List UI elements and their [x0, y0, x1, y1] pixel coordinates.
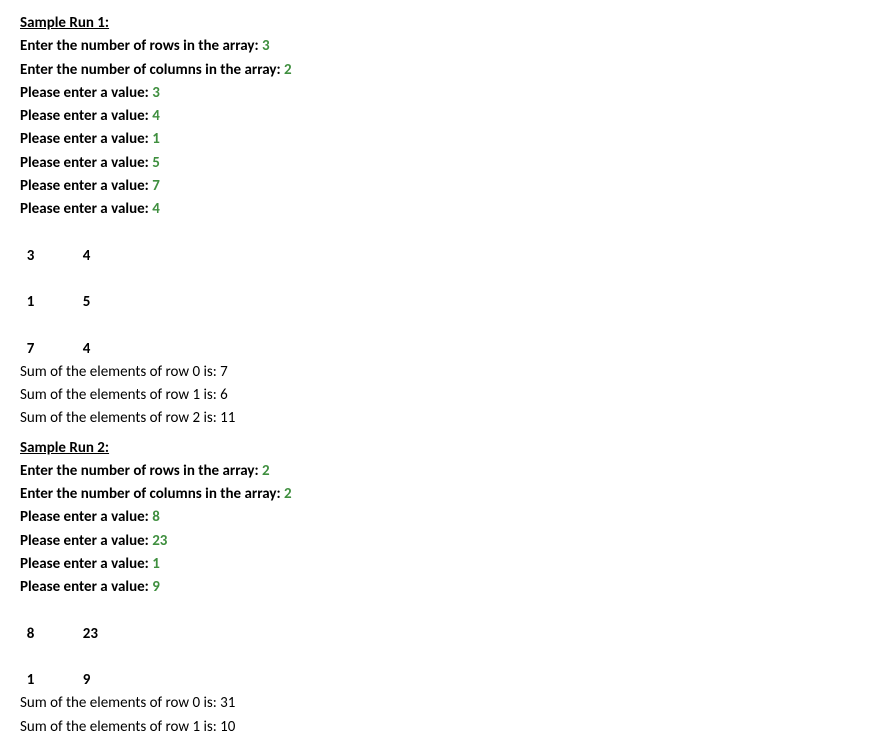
run2-rows-value: 2	[262, 462, 270, 480]
run1-val-3: 5	[152, 154, 160, 172]
run1-val-prompt: Please enter a value:	[20, 107, 152, 125]
run1-sum-1: Sum of the elements of row 1 is: 6	[20, 384, 871, 407]
run2-rows-prompt: Enter the number of rows in the array:	[20, 462, 262, 480]
run2-matrix-0-0: 8	[27, 623, 83, 646]
run2-val-2: 1	[152, 555, 160, 573]
run2-cols-value: 2	[284, 485, 292, 503]
run2-val-line-0: Please enter a value: 8	[20, 506, 871, 529]
run2-sum-0: Sum of the elements of row 0 is: 31	[20, 692, 871, 715]
run1-val-prompt: Please enter a value:	[20, 130, 152, 148]
run1-matrix-2-0: 7	[27, 338, 83, 361]
run2-sum-1: Sum of the elements of row 1 is: 10	[20, 716, 871, 739]
run1-matrix-2-1: 4	[83, 340, 91, 358]
run2-matrix-0-1: 23	[83, 625, 98, 643]
run2-val-prompt: Please enter a value:	[20, 555, 152, 573]
run1-val-line-4: Please enter a value: 7	[20, 175, 871, 198]
run2-cols-prompt: Enter the number of columns in the array…	[20, 485, 284, 503]
run2-cols-line: Enter the number of columns in the array…	[20, 483, 871, 506]
run1-val-prompt: Please enter a value:	[20, 84, 152, 102]
run1-val-prompt: Please enter a value:	[20, 177, 152, 195]
run1-val-4: 7	[152, 177, 160, 195]
run1-matrix-row-1: 15	[20, 268, 871, 315]
run2-val-0: 8	[152, 508, 160, 526]
run1-val-1: 4	[152, 107, 160, 125]
run2-val-3: 9	[152, 578, 160, 596]
run2-rows-line: Enter the number of rows in the array: 2	[20, 460, 871, 483]
sample-run-1-heading: Sample Run 1:	[20, 12, 871, 35]
run2-val-prompt: Please enter a value:	[20, 508, 152, 526]
run1-rows-prompt: Enter the number of rows in the array:	[20, 37, 262, 55]
run1-val-0: 3	[152, 84, 160, 102]
run1-matrix-0-1: 4	[83, 247, 91, 265]
run1-matrix-1-0: 1	[27, 291, 83, 314]
run2-val-line-1: Please enter a value: 23	[20, 530, 871, 553]
run1-val-line-3: Please enter a value: 5	[20, 152, 871, 175]
run1-val-line-1: Please enter a value: 4	[20, 105, 871, 128]
run2-matrix-1-1: 9	[83, 671, 91, 689]
run1-val-line-5: Please enter a value: 4	[20, 198, 871, 221]
run1-cols-value: 2	[284, 61, 292, 79]
run1-val-line-2: Please enter a value: 1	[20, 128, 871, 151]
run1-cols-line: Enter the number of columns in the array…	[20, 59, 871, 82]
run1-val-prompt: Please enter a value:	[20, 154, 152, 172]
run1-sum-0: Sum of the elements of row 0 is: 7	[20, 361, 871, 384]
run1-rows-value: 3	[262, 37, 270, 55]
run1-cols-prompt: Enter the number of columns in the array…	[20, 61, 284, 79]
run1-sum-2: Sum of the elements of row 2 is: 11	[20, 407, 871, 430]
run1-matrix-row-0: 34	[20, 221, 871, 268]
run1-matrix-0-0: 3	[27, 245, 83, 268]
sample-run-2-heading: Sample Run 2:	[20, 437, 871, 460]
run2-matrix-row-1: 19	[20, 646, 871, 693]
run2-val-prompt: Please enter a value:	[20, 578, 152, 596]
run1-val-5: 4	[152, 200, 160, 218]
run1-val-2: 1	[152, 130, 160, 148]
run1-rows-line: Enter the number of rows in the array: 3	[20, 35, 871, 58]
run2-val-line-2: Please enter a value: 1	[20, 553, 871, 576]
run2-val-prompt: Please enter a value:	[20, 532, 152, 550]
run2-matrix-1-0: 1	[27, 669, 83, 692]
run1-matrix-row-2: 74	[20, 314, 871, 361]
run2-val-line-3: Please enter a value: 9	[20, 576, 871, 599]
run1-val-prompt: Please enter a value:	[20, 200, 152, 218]
run2-val-1: 23	[152, 532, 167, 550]
run2-matrix-row-0: 823	[20, 599, 871, 646]
run1-matrix-1-1: 5	[83, 293, 91, 311]
run1-val-line-0: Please enter a value: 3	[20, 82, 871, 105]
